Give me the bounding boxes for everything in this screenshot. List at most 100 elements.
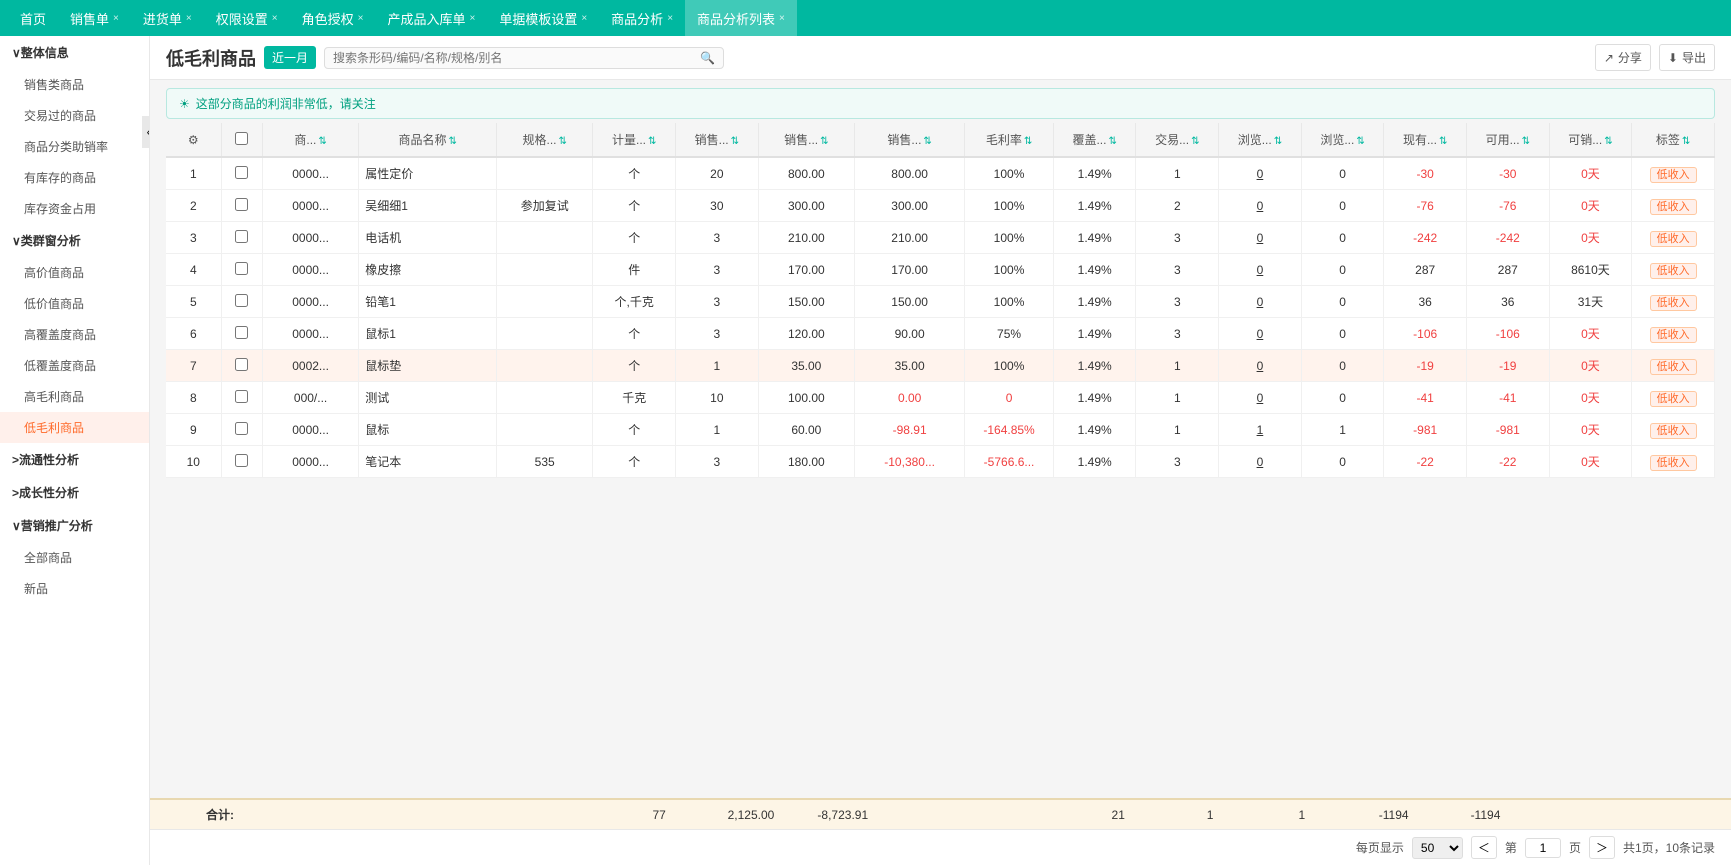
sidebar-item-1-2[interactable]: 高覆盖度商品 <box>0 319 149 350</box>
nav-item-权限设置[interactable]: 权限设置× <box>204 0 290 36</box>
row-checkbox-8[interactable] <box>235 422 248 435</box>
row-checkbox-0[interactable] <box>235 166 248 179</box>
sidebar-group-0[interactable]: ∨ 整体信息 <box>0 36 149 69</box>
sidebar-item-4-1[interactable]: 新品 <box>0 573 149 604</box>
nav-item-商品分析[interactable]: 商品分析× <box>599 0 685 36</box>
nav-close-icon[interactable]: × <box>581 13 587 24</box>
sidebar-collapse-btn[interactable]: « <box>142 116 150 148</box>
table-col-9[interactable]: 毛利率⇅ <box>965 123 1054 157</box>
notice-icon: ☀ <box>179 97 190 111</box>
nav-item-首页[interactable]: 首页 <box>8 0 58 36</box>
table-col-12[interactable]: 浏览...⇅ <box>1219 123 1302 157</box>
nav-close-icon[interactable]: × <box>779 13 785 24</box>
browse1-link-8[interactable]: 1 <box>1257 423 1264 437</box>
prev-page-btn[interactable]: ＜ <box>1471 836 1497 859</box>
table-col-8[interactable]: 销售...⇅ <box>855 123 965 157</box>
table-col-16[interactable]: 可销...⇅ <box>1549 123 1632 157</box>
row-name: 笔记本 <box>359 446 497 478</box>
period-button[interactable]: 近一月 <box>264 46 316 69</box>
table-col-0[interactable]: ⚙ <box>166 123 221 157</box>
table-col-13[interactable]: 浏览...⇅ <box>1301 123 1384 157</box>
row-code: 0000... <box>262 222 358 254</box>
sidebar-item-1-1[interactable]: 低价值商品 <box>0 288 149 319</box>
nav-close-icon[interactable]: × <box>113 13 119 24</box>
sidebar-item-0-2[interactable]: 商品分类助销率 <box>0 131 149 162</box>
browse1-link-9[interactable]: 0 <box>1257 455 1264 469</box>
nav-item-销售单[interactable]: 销售单× <box>58 0 131 36</box>
row-checkbox-4[interactable] <box>235 294 248 307</box>
table-col-7[interactable]: 销售...⇅ <box>758 123 854 157</box>
nav-item-单据模板设置[interactable]: 单据模板设置× <box>487 0 599 36</box>
sidebar-item-1-0[interactable]: 高价值商品 <box>0 257 149 288</box>
row-checkbox-5[interactable] <box>235 326 248 339</box>
table-col-10[interactable]: 覆盖...⇅ <box>1053 123 1136 157</box>
table-col-4[interactable]: 规格...⇅ <box>497 123 593 157</box>
total-empty2 <box>338 808 430 822</box>
sidebar-item-0-3[interactable]: 有库存的商品 <box>0 162 149 193</box>
page-label-pre: 第 <box>1505 839 1517 856</box>
sidebar-item-4-0[interactable]: 全部商品 <box>0 542 149 573</box>
browse1-link-3[interactable]: 0 <box>1257 263 1264 277</box>
sidebar-item-0-4[interactable]: 库存资金占用 <box>0 193 149 224</box>
table-col-11[interactable]: 交易...⇅ <box>1136 123 1219 157</box>
row-checkbox-1[interactable] <box>235 198 248 211</box>
sidebar-item-1-4[interactable]: 高毛利商品 <box>0 381 149 412</box>
sidebar-group-4[interactable]: ∨ 营销推广分析 <box>0 509 149 542</box>
row-name: 鼠标1 <box>359 318 497 350</box>
table-col-1[interactable] <box>221 123 262 157</box>
table-col-5[interactable]: 计量...⇅ <box>593 123 676 157</box>
nav-close-icon[interactable]: × <box>667 13 673 24</box>
table-col-2[interactable]: 商...⇅ <box>262 123 358 157</box>
sidebar-item-0-1[interactable]: 交易过的商品 <box>0 100 149 131</box>
sidebar-group-arrow-4: ∨ <box>12 519 21 533</box>
sidebar-group-3[interactable]: > 成长性分析 <box>0 476 149 509</box>
page-number-input[interactable] <box>1525 838 1561 858</box>
row-qty: 10 <box>676 382 759 414</box>
nav-item-进货单[interactable]: 进货单× <box>131 0 204 36</box>
browse1-link-0[interactable]: 0 <box>1257 167 1264 181</box>
nav-close-icon[interactable]: × <box>469 13 475 24</box>
browse1-link-4[interactable]: 0 <box>1257 295 1264 309</box>
export-button[interactable]: ⬇ 导出 <box>1659 44 1715 71</box>
row-price: 100.00 <box>758 382 854 414</box>
row-checkbox-9[interactable] <box>235 454 248 467</box>
table-col-14[interactable]: 现有...⇅ <box>1384 123 1467 157</box>
row-checkbox-2[interactable] <box>235 230 248 243</box>
select-all-checkbox[interactable] <box>235 132 248 145</box>
nav-item-角色授权[interactable]: 角色授权× <box>290 0 376 36</box>
next-page-btn[interactable]: ＞ <box>1589 836 1615 859</box>
row-checkbox-7[interactable] <box>235 390 248 403</box>
row-checkbox-6[interactable] <box>235 358 248 371</box>
table-col-17[interactable]: 标签⇅ <box>1632 123 1715 157</box>
row-checkbox-3[interactable] <box>235 262 248 275</box>
search-icon[interactable]: 🔍 <box>700 51 715 65</box>
gear-icon[interactable]: ⚙ <box>188 133 199 147</box>
nav-close-icon[interactable]: × <box>186 13 192 24</box>
sort-icon-5: ⇅ <box>648 136 656 147</box>
row-code: 0002... <box>262 350 358 382</box>
browse1-link-2[interactable]: 0 <box>1257 231 1264 245</box>
table-col-15[interactable]: 可用...⇅ <box>1466 123 1549 157</box>
nav-close-icon[interactable]: × <box>272 13 278 24</box>
browse1-link-6[interactable]: 0 <box>1257 359 1264 373</box>
table-col-6[interactable]: 销售...⇅ <box>676 123 759 157</box>
sidebar-group-2[interactable]: > 流通性分析 <box>0 443 149 476</box>
browse1-link-7[interactable]: 0 <box>1257 391 1264 405</box>
browse1-link-5[interactable]: 0 <box>1257 327 1264 341</box>
row-browse2: 1 <box>1301 414 1384 446</box>
row-stock: 287 <box>1384 254 1467 286</box>
sidebar-item-1-3[interactable]: 低覆盖度商品 <box>0 350 149 381</box>
per-page-select[interactable]: 5020100 <box>1412 837 1463 859</box>
nav-item-产成品入库单[interactable]: 产成品入库单× <box>375 0 487 36</box>
nav-item-商品分析列表[interactable]: 商品分析列表× <box>685 0 797 36</box>
share-button[interactable]: ↗ 分享 <box>1595 44 1651 71</box>
row-rate: 0 <box>965 382 1054 414</box>
tag-badge-4: 低收入 <box>1650 295 1697 311</box>
browse1-link-1[interactable]: 0 <box>1257 199 1264 213</box>
nav-close-icon[interactable]: × <box>358 13 364 24</box>
table-col-3[interactable]: 商品名称⇅ <box>359 123 497 157</box>
sidebar-item-1-5[interactable]: 低毛利商品 <box>0 412 149 443</box>
search-input[interactable] <box>333 51 700 65</box>
sidebar-item-0-0[interactable]: 销售类商品 <box>0 69 149 100</box>
sidebar-group-1[interactable]: ∨ 类群窗分析 <box>0 224 149 257</box>
